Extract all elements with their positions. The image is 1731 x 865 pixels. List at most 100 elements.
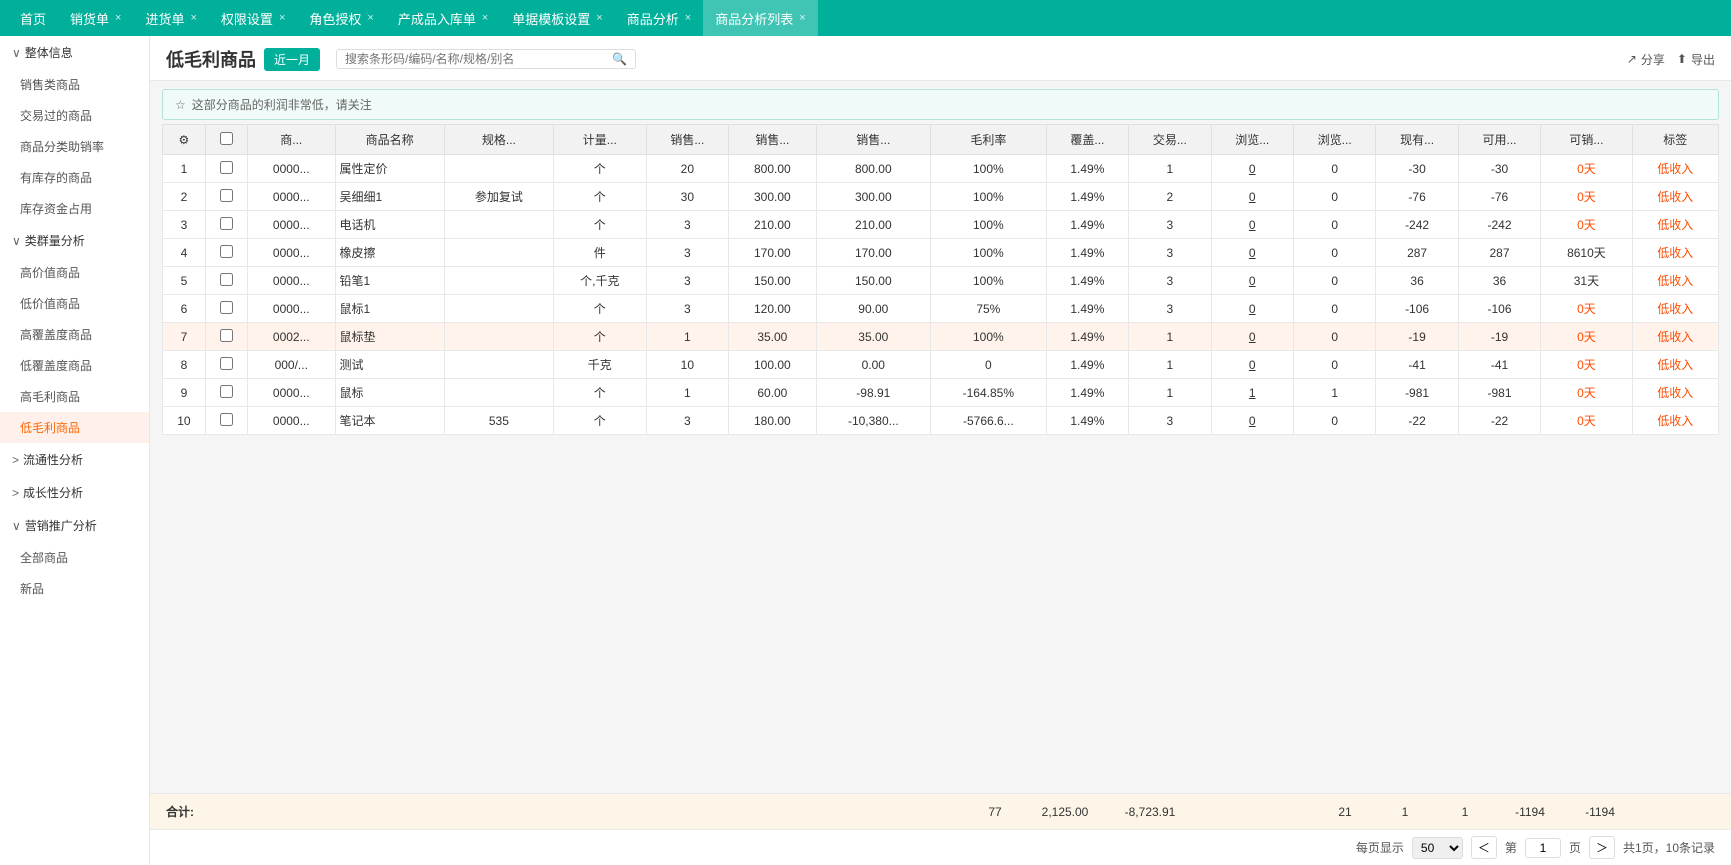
row-checkbox[interactable] [220, 413, 233, 426]
next-page-button[interactable]: ＞ [1589, 836, 1615, 859]
sidebar-item-全部商品[interactable]: 全部商品 [0, 542, 149, 573]
cell-browse1[interactable]: 0 [1211, 323, 1293, 351]
cell-checkbox[interactable] [205, 239, 247, 267]
browse1-link[interactable]: 0 [1249, 302, 1256, 316]
sidebar-section-整体信息[interactable]: ∨整体信息 [0, 36, 149, 69]
col-saleable[interactable]: 可销... [1541, 125, 1632, 155]
col-available[interactable]: 可用... [1458, 125, 1540, 155]
close-tab-icon[interactable]: × [279, 12, 285, 24]
sidebar-section-成长性分析[interactable]: >成长性分析 [0, 476, 149, 509]
nav-item-首页[interactable]: 首页 [8, 0, 58, 36]
browse1-link[interactable]: 0 [1249, 414, 1256, 428]
browse1-link[interactable]: 0 [1249, 162, 1256, 176]
row-checkbox[interactable] [220, 245, 233, 258]
cell-checkbox[interactable] [205, 407, 247, 435]
sidebar-item-库存资金占用[interactable]: 库存资金占用 [0, 193, 149, 224]
sidebar-item-低覆盖度商品[interactable]: 低覆盖度商品 [0, 350, 149, 381]
close-tab-icon[interactable]: × [685, 12, 691, 24]
cell-checkbox[interactable] [205, 351, 247, 379]
col-browse1[interactable]: 浏览... [1211, 125, 1293, 155]
cell-browse1[interactable]: 0 [1211, 211, 1293, 239]
sidebar-item-有库存的商品[interactable]: 有库存的商品 [0, 162, 149, 193]
close-tab-icon[interactable]: × [367, 12, 373, 24]
cell-checkbox[interactable] [205, 267, 247, 295]
row-checkbox[interactable] [220, 329, 233, 342]
cell-checkbox[interactable] [205, 183, 247, 211]
sidebar-item-高毛利商品[interactable]: 高毛利商品 [0, 381, 149, 412]
col-coverage[interactable]: 覆盖... [1046, 125, 1128, 155]
sidebar-item-交易过的商品[interactable]: 交易过的商品 [0, 100, 149, 131]
filter-button[interactable]: 近一月 [264, 48, 320, 71]
share-button[interactable]: ↗ 分享 [1627, 51, 1665, 68]
col-name[interactable]: 商品名称 [335, 125, 444, 155]
col-spec[interactable]: 规格... [444, 125, 553, 155]
col-settings[interactable]: ⚙ [163, 125, 206, 155]
nav-item-权限设置[interactable]: 权限设置× [209, 0, 297, 36]
sidebar-item-销售类商品[interactable]: 销售类商品 [0, 69, 149, 100]
page-input[interactable] [1525, 838, 1561, 858]
nav-item-商品分析[interactable]: 商品分析× [615, 0, 703, 36]
cell-checkbox[interactable] [205, 295, 247, 323]
sidebar-item-低价值商品[interactable]: 低价值商品 [0, 288, 149, 319]
col-current-stock[interactable]: 现有... [1376, 125, 1458, 155]
cell-browse1[interactable]: 0 [1211, 267, 1293, 295]
close-tab-icon[interactable]: × [799, 12, 805, 24]
row-checkbox[interactable] [220, 273, 233, 286]
cell-browse1[interactable]: 1 [1211, 379, 1293, 407]
select-all-checkbox[interactable] [220, 132, 233, 145]
row-checkbox[interactable] [220, 385, 233, 398]
nav-item-角色授权[interactable]: 角色授权× [297, 0, 385, 36]
sidebar-item-高覆盖度商品[interactable]: 高覆盖度商品 [0, 319, 149, 350]
col-sales-profit[interactable]: 销售... [816, 125, 930, 155]
sidebar-item-高价值商品[interactable]: 高价值商品 [0, 257, 149, 288]
close-tab-icon[interactable]: × [482, 12, 488, 24]
prev-page-button[interactable]: ＜ [1471, 836, 1497, 859]
col-browse2[interactable]: 浏览... [1293, 125, 1375, 155]
col-checkbox[interactable] [205, 125, 247, 155]
col-code[interactable]: 商... [247, 125, 335, 155]
cell-browse1[interactable]: 0 [1211, 183, 1293, 211]
cell-browse1[interactable]: 0 [1211, 295, 1293, 323]
browse1-link[interactable]: 0 [1249, 330, 1256, 344]
sidebar-section-流通性分析[interactable]: >流通性分析 [0, 443, 149, 476]
browse1-link[interactable]: 0 [1249, 246, 1256, 260]
cell-browse1[interactable]: 0 [1211, 155, 1293, 183]
browse1-link[interactable]: 0 [1249, 274, 1256, 288]
sidebar-item-新品[interactable]: 新品 [0, 573, 149, 604]
row-checkbox[interactable] [220, 301, 233, 314]
row-checkbox[interactable] [220, 217, 233, 230]
search-input[interactable] [345, 52, 612, 66]
col-sales-qty[interactable]: 销售... [646, 125, 728, 155]
sidebar-section-营销推广分析[interactable]: ∨营销推广分析 [0, 509, 149, 542]
close-tab-icon[interactable]: × [596, 12, 602, 24]
sidebar-item-商品分类助销率[interactable]: 商品分类助销率 [0, 131, 149, 162]
export-button[interactable]: ⬆ 导出 [1677, 51, 1715, 68]
close-tab-icon[interactable]: × [115, 12, 121, 24]
col-gross-rate[interactable]: 毛利率 [931, 125, 1047, 155]
col-unit[interactable]: 计量... [554, 125, 647, 155]
nav-item-单据模板设置[interactable]: 单据模板设置× [500, 0, 614, 36]
close-tab-icon[interactable]: × [190, 12, 196, 24]
browse1-link[interactable]: 1 [1249, 386, 1256, 400]
cell-checkbox[interactable] [205, 155, 247, 183]
browse1-link[interactable]: 0 [1249, 190, 1256, 204]
nav-item-产成品入库单[interactable]: 产成品入库单× [386, 0, 500, 36]
browse1-link[interactable]: 0 [1249, 218, 1256, 232]
search-icon[interactable]: 🔍 [612, 52, 627, 66]
cell-checkbox[interactable] [205, 211, 247, 239]
cell-checkbox[interactable] [205, 379, 247, 407]
per-page-select[interactable]: 50 100 [1412, 837, 1463, 859]
col-transaction[interactable]: 交易... [1129, 125, 1211, 155]
row-checkbox[interactable] [220, 357, 233, 370]
nav-item-商品分析列表[interactable]: 商品分析列表× [703, 0, 817, 36]
row-checkbox[interactable] [220, 189, 233, 202]
col-sales-price[interactable]: 销售... [729, 125, 817, 155]
sidebar-section-类群量分析[interactable]: ∨类群量分析 [0, 224, 149, 257]
table-container[interactable]: ⚙ 商... 商品名称 规格... 计量... 销售... 销售... 销售..… [150, 124, 1731, 793]
nav-item-销货单[interactable]: 销货单× [58, 0, 133, 36]
browse1-link[interactable]: 0 [1249, 358, 1256, 372]
row-checkbox[interactable] [220, 161, 233, 174]
cell-browse1[interactable]: 0 [1211, 407, 1293, 435]
cell-checkbox[interactable] [205, 323, 247, 351]
col-tag[interactable]: 标签 [1632, 125, 1718, 155]
